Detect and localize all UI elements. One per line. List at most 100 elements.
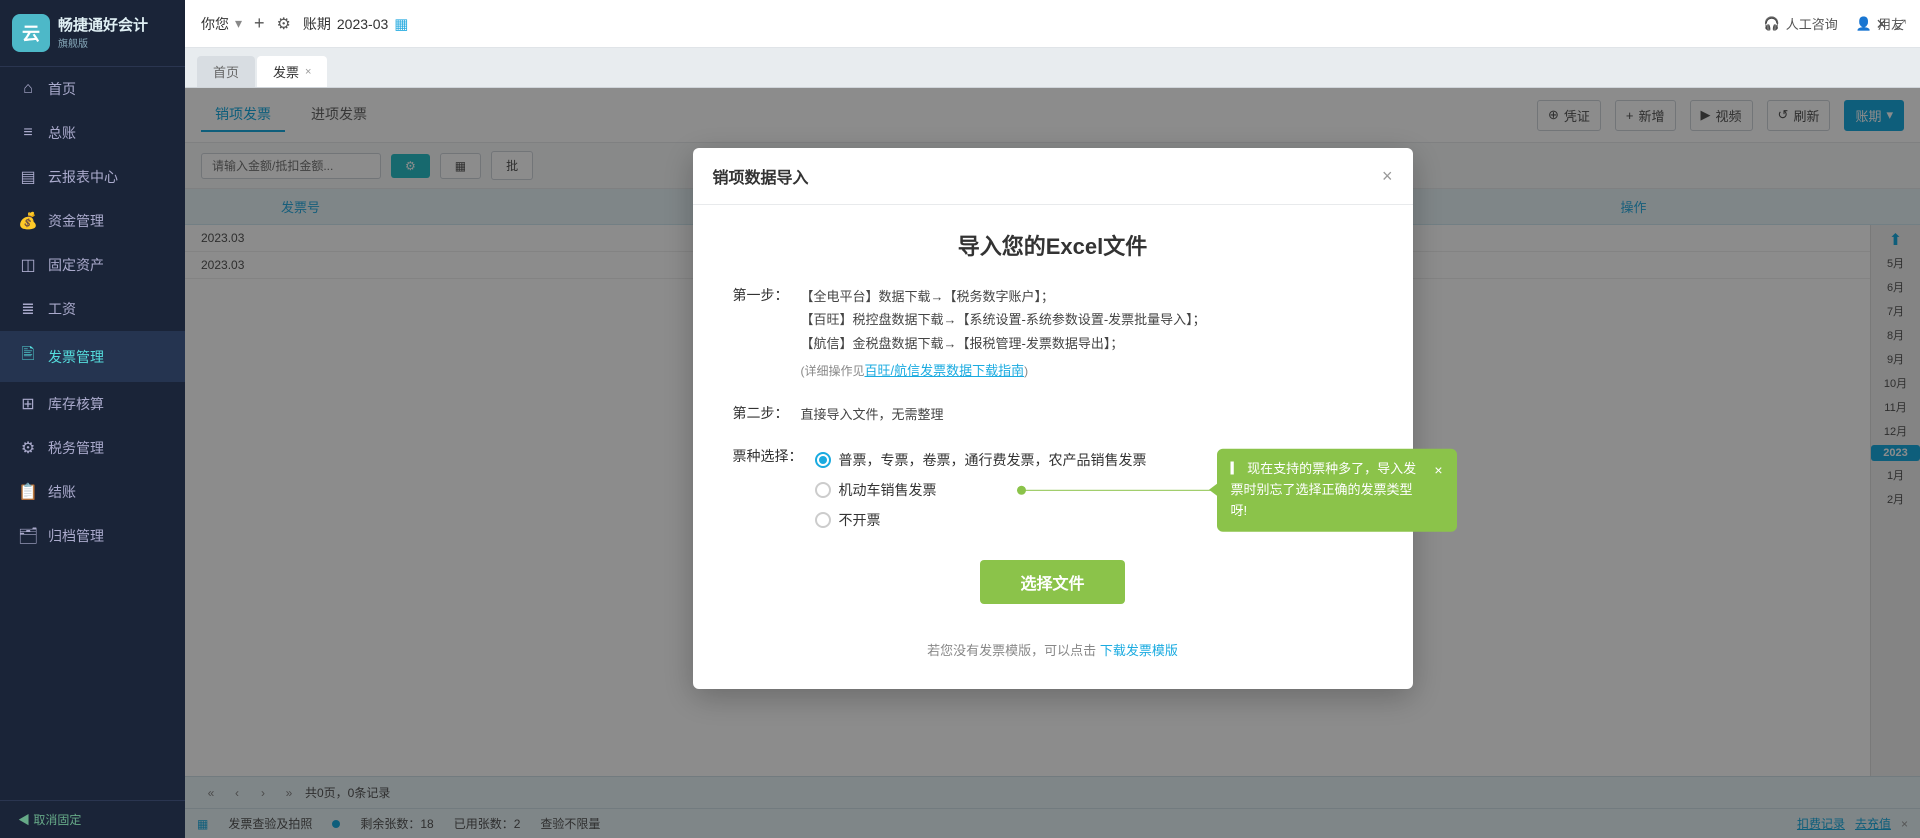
ledger-icon: ≡ xyxy=(18,124,38,142)
radio-circle-1 xyxy=(815,452,831,468)
tooltip-content: 现在支持的票种多了，导入发票时别忘了选择正确的发票类型呀! xyxy=(1231,461,1417,518)
reports-icon: ▤ xyxy=(18,167,38,187)
modal-title: 销项数据导入 xyxy=(713,164,809,188)
topbar: 你您 ▾ + ⚙ 账期 2023-03 ▦ 🎧 人工咨询 👤 用友 xyxy=(185,0,1920,48)
step1-content: 【全电平台】数据下载→【税务数字账户】； 【百旺】税控盘数据下载→【系统设置-系… xyxy=(801,285,1373,383)
close-accounts-icon: 📋 xyxy=(18,482,38,502)
invoice-icon: 🖹 xyxy=(18,343,38,370)
sidebar-item-label: 税务管理 xyxy=(48,438,104,458)
tooltip-close-button[interactable]: × xyxy=(1434,459,1442,481)
download-template-link[interactable]: 下载发票模版 xyxy=(1100,643,1178,658)
sidebar-item-label: 结账 xyxy=(48,482,76,502)
sidebar-item-close-accounts[interactable]: 📋 结账 xyxy=(0,470,185,514)
radio-label-3: 不开票 xyxy=(839,510,881,530)
period-label: 账期 xyxy=(303,14,331,34)
settings-icon[interactable]: ⚙ xyxy=(277,14,291,34)
chevron-down-icon: ▾ xyxy=(235,15,242,32)
sidebar-item-label: 资金管理 xyxy=(48,211,104,231)
step2: 第二步： 直接导入文件，无需整理 xyxy=(733,403,1373,426)
modal-close-button[interactable]: × xyxy=(1382,166,1393,187)
add-tab-button[interactable]: + xyxy=(254,13,265,34)
headphone-icon: 🎧 xyxy=(1764,16,1780,32)
modal-body: 导入您的Excel文件 第一步： 【全电平台】数据下载→【税务数字账户】； 【百… xyxy=(693,205,1413,689)
sidebar: 云 畅捷通好会计 旗舰版 ⌂ 首页 ≡ 总账 ▤ 云报表中心 💰 资金管理 xyxy=(0,0,185,838)
radio-item-2[interactable]: 机动车销售发票 × ▎ xyxy=(815,480,1147,500)
import-modal: 销项数据导入 × 导入您的Excel文件 第一步： 【全电平台】数据下载→【税务… xyxy=(693,148,1413,689)
step1: 第一步： 【全电平台】数据下载→【税务数字账户】； 【百旺】税控盘数据下载→【系… xyxy=(733,285,1373,383)
tooltip-bubble: × ▎ 现在支持的票种多了，导入发票时别忘了选择正确的发票类型呀! xyxy=(1217,449,1457,531)
sidebar-item-label: 归档管理 xyxy=(48,526,104,546)
consult-button[interactable]: 🎧 人工咨询 xyxy=(1764,14,1838,33)
step1-line2: 【百旺】税控盘数据下载→【系统设置-系统参数设置-发票批量导入】； xyxy=(801,308,1373,331)
radio-circle-2 xyxy=(815,482,831,498)
tab-invoice[interactable]: 发票 × xyxy=(257,56,327,87)
company-selector[interactable]: 你您 ▾ xyxy=(201,14,242,34)
sidebar-item-label: 发票管理 xyxy=(48,347,104,367)
radio-group: 普票，专票，卷票，通行费发票，农产品销售发票 机动车销售发票 xyxy=(815,450,1147,530)
sidebar-item-assets[interactable]: ◫ 固定资产 xyxy=(0,243,185,287)
assets-icon: ◫ xyxy=(18,255,38,275)
archive-icon: 🗂 xyxy=(18,526,38,546)
step1-hint-suffix: ) xyxy=(1024,364,1028,378)
period-selector[interactable]: 账期 2023-03 ▦ xyxy=(303,14,409,34)
sidebar-item-stock[interactable]: ⊞ 库存核算 xyxy=(0,382,185,426)
radio-label-2: 机动车销售发票 xyxy=(839,480,937,500)
modal-header: 销项数据导入 × xyxy=(693,148,1413,205)
ticket-selection: 票种选择： 普票，专票，卷票，通行费发票，农产品销售发票 xyxy=(733,446,1373,530)
sidebar-item-label: 库存核算 xyxy=(48,394,104,414)
sidebar-item-label: 工资 xyxy=(48,299,76,319)
sidebar-nav: ⌂ 首页 ≡ 总账 ▤ 云报表中心 💰 资金管理 ◫ 固定资产 ≣ 工资 xyxy=(0,67,185,800)
sidebar-item-archive[interactable]: 🗂 归档管理 xyxy=(0,514,185,558)
select-file-button[interactable]: 选择文件 xyxy=(980,560,1124,604)
step2-content: 直接导入文件，无需整理 xyxy=(801,403,1373,426)
sidebar-item-reports[interactable]: ▤ 云报表中心 xyxy=(0,155,185,199)
home-icon: ⌂ xyxy=(18,80,38,98)
sidebar-item-label: 首页 xyxy=(48,79,76,99)
tab-home-label: 首页 xyxy=(213,62,239,81)
cancel-fixed-button[interactable]: ◀ 取消固定 xyxy=(0,800,185,838)
download-guide-link[interactable]: 百旺/航信发票数据下载指南 xyxy=(865,363,1025,378)
company-name: 你您 xyxy=(201,14,229,34)
tabbar: 首页 发票 × xyxy=(185,48,1920,88)
sidebar-item-label: 云报表中心 xyxy=(48,167,118,187)
sidebar-item-tax[interactable]: ⚙ 税务管理 xyxy=(0,426,185,470)
tax-icon: ⚙ xyxy=(18,438,38,458)
finance-icon: 💰 xyxy=(18,211,38,231)
sidebar-item-invoice[interactable]: 🖹 发票管理 xyxy=(0,331,185,382)
sidebar-item-payroll[interactable]: ≣ 工资 xyxy=(0,287,185,331)
period-value: 2023-03 xyxy=(337,16,388,32)
step1-label: 第一步： xyxy=(733,285,789,383)
note-prefix: 若您没有发票模版，可以点击 xyxy=(927,643,1096,658)
logo-sub: 旗舰版 xyxy=(58,35,148,50)
sidebar-item-home[interactable]: ⌂ 首页 xyxy=(0,67,185,111)
close-window-button[interactable]: × xyxy=(1876,14,1887,35)
step1-line1: 【全电平台】数据下载→【税务数字账户】； xyxy=(801,285,1373,308)
step1-hint-prefix: (详细操作见 xyxy=(801,364,865,378)
consult-label: 人工咨询 xyxy=(1786,14,1838,33)
content-area: 销项发票 进项发票 ⊕ 凭证 + 新增 ▶ 视频 xyxy=(185,88,1920,838)
step1-line3: 【航信】金税盘数据下载→【报税管理-发票数据导出】； xyxy=(801,332,1373,355)
radio-circle-3 xyxy=(815,512,831,528)
main-area: 你您 ▾ + ⚙ 账期 2023-03 ▦ 🎧 人工咨询 👤 用友 xyxy=(185,0,1920,838)
calendar-icon: ▦ xyxy=(394,15,408,33)
maximize-window-button[interactable]: ⤢ xyxy=(1895,16,1906,33)
sidebar-logo: 云 畅捷通好会计 旗舰版 xyxy=(0,0,185,67)
ticket-label: 票种选择： xyxy=(733,446,803,530)
sidebar-item-ledger[interactable]: ≡ 总账 xyxy=(0,111,185,155)
modal-heading: 导入您的Excel文件 xyxy=(733,229,1373,261)
stock-icon: ⊞ xyxy=(18,394,38,414)
modal-overlay: 销项数据导入 × 导入您的Excel文件 第一步： 【全电平台】数据下载→【税务… xyxy=(185,88,1920,838)
payroll-icon: ≣ xyxy=(18,299,38,319)
modal-note: 若您没有发票模版，可以点击 下载发票模版 xyxy=(733,640,1373,659)
sidebar-item-finance[interactable]: 💰 资金管理 xyxy=(0,199,185,243)
radio-dot-1 xyxy=(819,456,827,464)
tab-home[interactable]: 首页 xyxy=(197,56,255,87)
tooltip-text: ▎ xyxy=(1231,461,1244,476)
sidebar-item-label: 固定资产 xyxy=(48,255,104,275)
tab-invoice-label: 发票 xyxy=(273,62,299,81)
logo-text: 畅捷通好会计 xyxy=(58,17,148,35)
step2-label: 第二步： xyxy=(733,403,789,426)
tab-close-icon[interactable]: × xyxy=(305,66,311,78)
modal-footer: 选择文件 xyxy=(733,550,1373,624)
logo-icon: 云 xyxy=(12,14,50,52)
